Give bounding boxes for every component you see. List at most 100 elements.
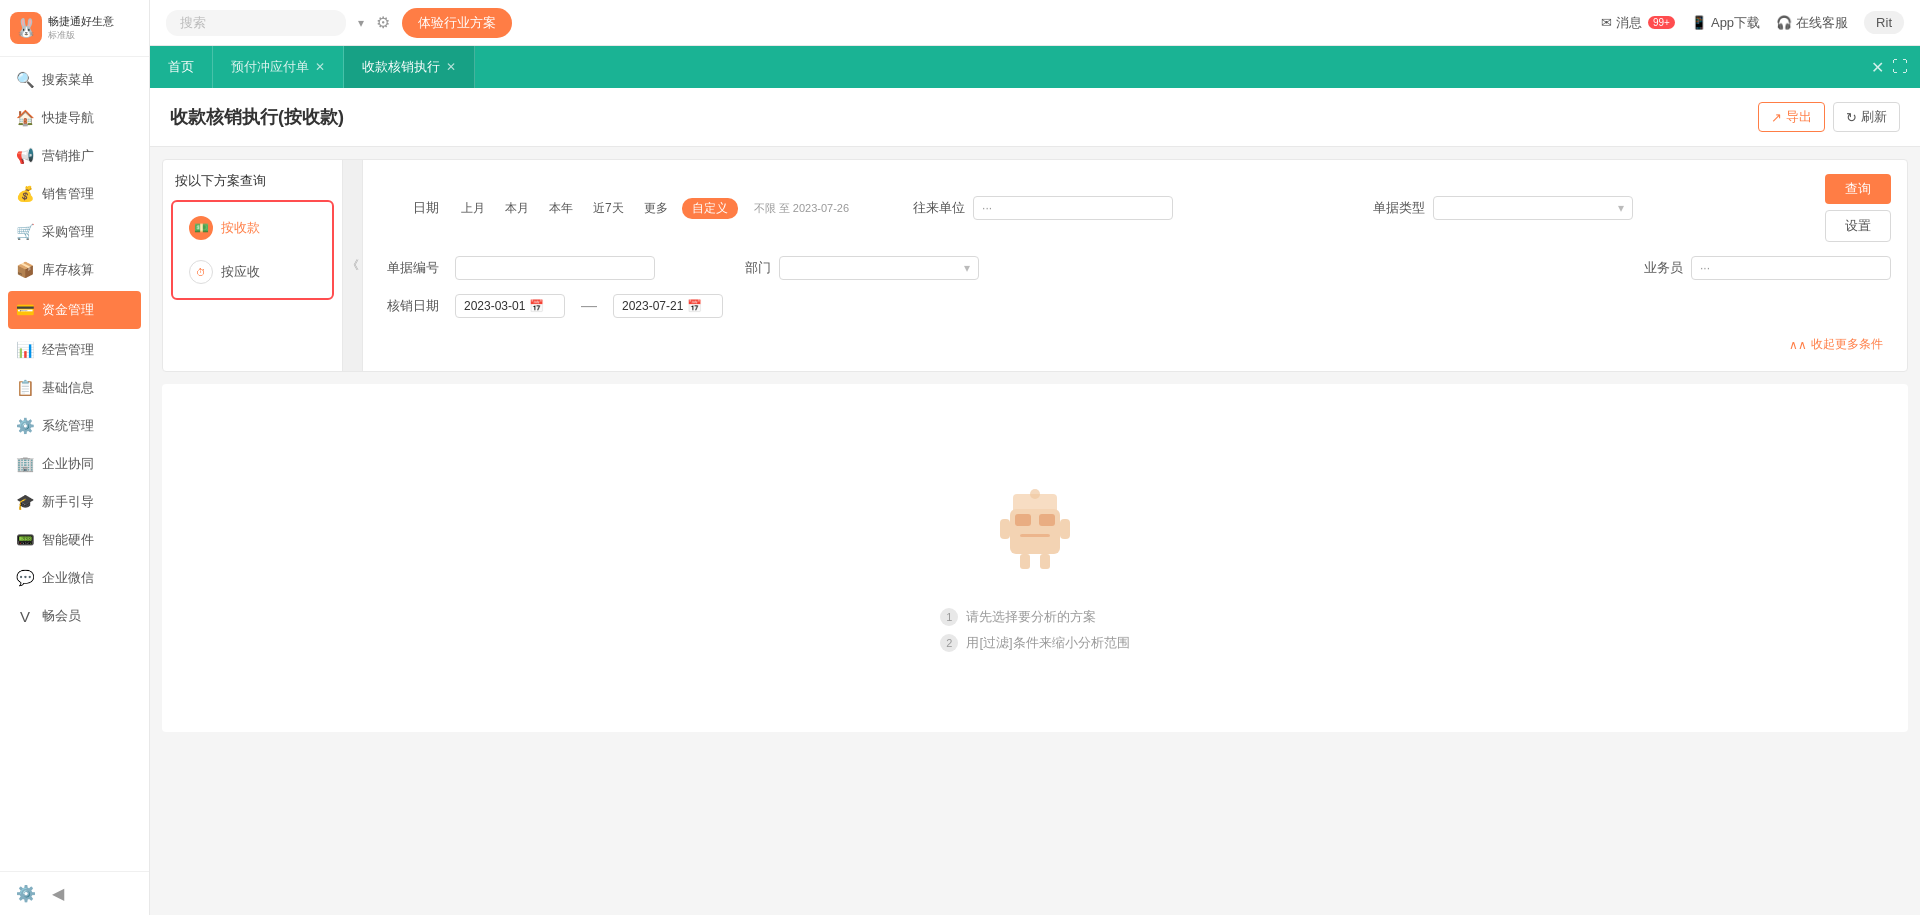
enterprise-icon: 🏢 xyxy=(16,455,34,473)
sidebar-item-finance[interactable]: 💳 资金管理 xyxy=(8,291,141,329)
verify-date-start[interactable]: 2023-03-01 📅 xyxy=(455,294,565,318)
collapse-chevron-icon: ∧∧ xyxy=(1789,338,1807,352)
sidebar-item-marketing[interactable]: 📢 营销推广 xyxy=(0,137,149,175)
search-icon: 🔍 xyxy=(16,71,34,89)
filter-options-highlight: 💵 按收款 ⏱ 按应收 xyxy=(171,200,334,300)
filter-option-receivable-label: 按应收 xyxy=(221,263,260,281)
logo-badge: 标准版 xyxy=(48,29,114,42)
dept-field-group: 部门 ▾ xyxy=(711,256,979,280)
date-btn-this-year[interactable]: 本年 xyxy=(543,198,579,219)
date-btn-7days[interactable]: 近7天 xyxy=(587,198,630,219)
tip-num-1: 1 xyxy=(940,608,958,626)
user-avatar[interactable]: Rit xyxy=(1864,11,1904,34)
collapse-more-btn[interactable]: ∧∧ 收起更多条件 xyxy=(379,332,1891,357)
refresh-button[interactable]: ↻ 刷新 xyxy=(1833,102,1900,132)
sidebar-item-quick[interactable]: 🏠 快捷导航 xyxy=(0,99,149,137)
sidebar-item-label: 经营管理 xyxy=(42,341,94,359)
search-placeholder: 搜索 xyxy=(180,15,206,30)
date-btn-last-month[interactable]: 上月 xyxy=(455,198,491,219)
verify-date-end[interactable]: 2023-07-21 📅 xyxy=(613,294,723,318)
service-icon: 🎧 xyxy=(1776,15,1792,30)
filter-action-buttons: 查询 设置 xyxy=(1825,174,1891,242)
partner-dots-icon: ··· xyxy=(982,201,992,215)
sidebar-item-sales[interactable]: 💰 销售管理 xyxy=(0,175,149,213)
filter-collapse-button[interactable]: 《 xyxy=(343,160,363,371)
sidebar-item-basic[interactable]: 📋 基础信息 xyxy=(0,369,149,407)
sidebar-bottom: ⚙️ ◀ xyxy=(0,871,149,915)
dept-select[interactable]: ▾ xyxy=(779,256,979,280)
date-buttons: 上月 本月 本年 近7天 更多 自定义 xyxy=(455,198,738,219)
sidebar-item-label: 系统管理 xyxy=(42,417,94,435)
sidebar-item-label: 企业协同 xyxy=(42,455,94,473)
tab-maximize-icon[interactable]: ⛶ xyxy=(1892,58,1908,76)
date-btn-custom[interactable]: 自定义 xyxy=(682,198,738,219)
sidebar-item-hardware[interactable]: 📟 智能硬件 xyxy=(0,521,149,559)
sidebar-item-label: 基础信息 xyxy=(42,379,94,397)
tab-receipts-close-icon[interactable]: ✕ xyxy=(446,60,456,74)
sidebar-item-label: 销售管理 xyxy=(42,185,94,203)
empty-state: 1 请先选择要分析的方案 2 用[过滤]条件来缩小分析范围 xyxy=(162,384,1908,732)
sidebar-item-wechat[interactable]: 💬 企业微信 xyxy=(0,559,149,597)
sidebar-item-label: 库存核算 xyxy=(42,261,94,279)
dropdown-chevron-icon[interactable]: ▾ xyxy=(358,16,364,30)
partner-label: 往来单位 xyxy=(905,199,965,217)
tab-receipts[interactable]: 收款核销执行 ✕ xyxy=(344,46,475,88)
tip-text-2: 用[过滤]条件来缩小分析范围 xyxy=(966,634,1129,652)
doc-no-input[interactable] xyxy=(455,256,655,280)
gear-icon[interactable]: ⚙ xyxy=(376,13,390,32)
tabbar: 首页 预付冲应付单 ✕ 收款核销执行 ✕ ✕ ⛶ xyxy=(150,46,1920,88)
content-area: 收款核销执行(按收款) ↗ 导出 ↻ 刷新 按以下方案查询 💵 xyxy=(150,88,1920,915)
calendar-start-icon: 📅 xyxy=(529,299,544,313)
doc-type-field-group: 单据类型 ▾ xyxy=(1365,196,1633,220)
partner-select[interactable]: ··· xyxy=(973,196,1173,220)
sidebar-item-search[interactable]: 🔍 搜索菜单 xyxy=(0,61,149,99)
sidebar-item-inventory[interactable]: 📦 库存核算 xyxy=(0,251,149,289)
app-download-action[interactable]: 📱 App下载 xyxy=(1691,14,1760,32)
tab-home[interactable]: 首页 xyxy=(150,46,213,88)
tab-prepay[interactable]: 预付冲应付单 ✕ xyxy=(213,46,344,88)
online-service-action[interactable]: 🎧 在线客服 xyxy=(1776,14,1848,32)
date-label: 日期 xyxy=(379,199,439,217)
wechat-icon: 💬 xyxy=(16,569,34,587)
sidebar-item-guide[interactable]: 🎓 新手引导 xyxy=(0,483,149,521)
doc-type-dropdown-icon: ▾ xyxy=(1618,201,1624,215)
staff-dots-icon: ··· xyxy=(1700,261,1710,275)
logo-icon: 🐰 xyxy=(10,12,42,44)
date-btn-this-month[interactable]: 本月 xyxy=(499,198,535,219)
settings-bottom-icon[interactable]: ⚙️ xyxy=(16,884,36,903)
sidebar-item-purchase[interactable]: 🛒 采购管理 xyxy=(0,213,149,251)
tab-close-window-icon[interactable]: ✕ xyxy=(1871,58,1884,77)
filter-option-by-receipt[interactable]: 💵 按收款 xyxy=(173,206,332,250)
hardware-icon: 📟 xyxy=(16,531,34,549)
sidebar-item-operation[interactable]: 📊 经营管理 xyxy=(0,331,149,369)
empty-tip-2: 2 用[过滤]条件来缩小分析范围 xyxy=(940,634,1129,652)
query-button[interactable]: 查询 xyxy=(1825,174,1891,204)
marketing-icon: 📢 xyxy=(16,147,34,165)
staff-select[interactable]: ··· xyxy=(1691,256,1891,280)
collapse-arrow-icon: 《 xyxy=(347,257,359,274)
export-label: 导出 xyxy=(1786,108,1812,126)
collapse-sidebar-icon[interactable]: ◀ xyxy=(52,884,64,903)
empty-illustration xyxy=(975,464,1095,584)
filter-option-by-receivable[interactable]: ⏱ 按应收 xyxy=(173,250,332,294)
basic-icon: 📋 xyxy=(16,379,34,397)
sidebar-logo: 🐰 畅捷通好生意 标准版 xyxy=(0,0,149,57)
export-button[interactable]: ↗ 导出 xyxy=(1758,102,1825,132)
filter-area: 按以下方案查询 💵 按收款 ⏱ 按应收 《 xyxy=(162,159,1908,372)
tab-prepay-close-icon[interactable]: ✕ xyxy=(315,60,325,74)
system-icon: ⚙️ xyxy=(16,417,34,435)
sidebar-item-label: 采购管理 xyxy=(42,223,94,241)
industry-btn[interactable]: 体验行业方案 xyxy=(402,8,512,38)
notification-action[interactable]: ✉ 消息 99+ xyxy=(1601,14,1675,32)
sidebar-item-system[interactable]: ⚙️ 系统管理 xyxy=(0,407,149,445)
sidebar-item-member[interactable]: V 畅会员 xyxy=(0,597,149,635)
doc-type-select[interactable]: ▾ xyxy=(1433,196,1633,220)
topbar-search[interactable]: 搜索 xyxy=(166,10,346,36)
member-icon: V xyxy=(16,608,34,625)
finance-icon: 💳 xyxy=(16,301,34,319)
date-btn-more[interactable]: 更多 xyxy=(638,198,674,219)
receivable-option-icon: ⏱ xyxy=(189,260,213,284)
settings-button[interactable]: 设置 xyxy=(1825,210,1891,242)
sidebar-item-enterprise[interactable]: 🏢 企业协同 xyxy=(0,445,149,483)
inventory-icon: 📦 xyxy=(16,261,34,279)
